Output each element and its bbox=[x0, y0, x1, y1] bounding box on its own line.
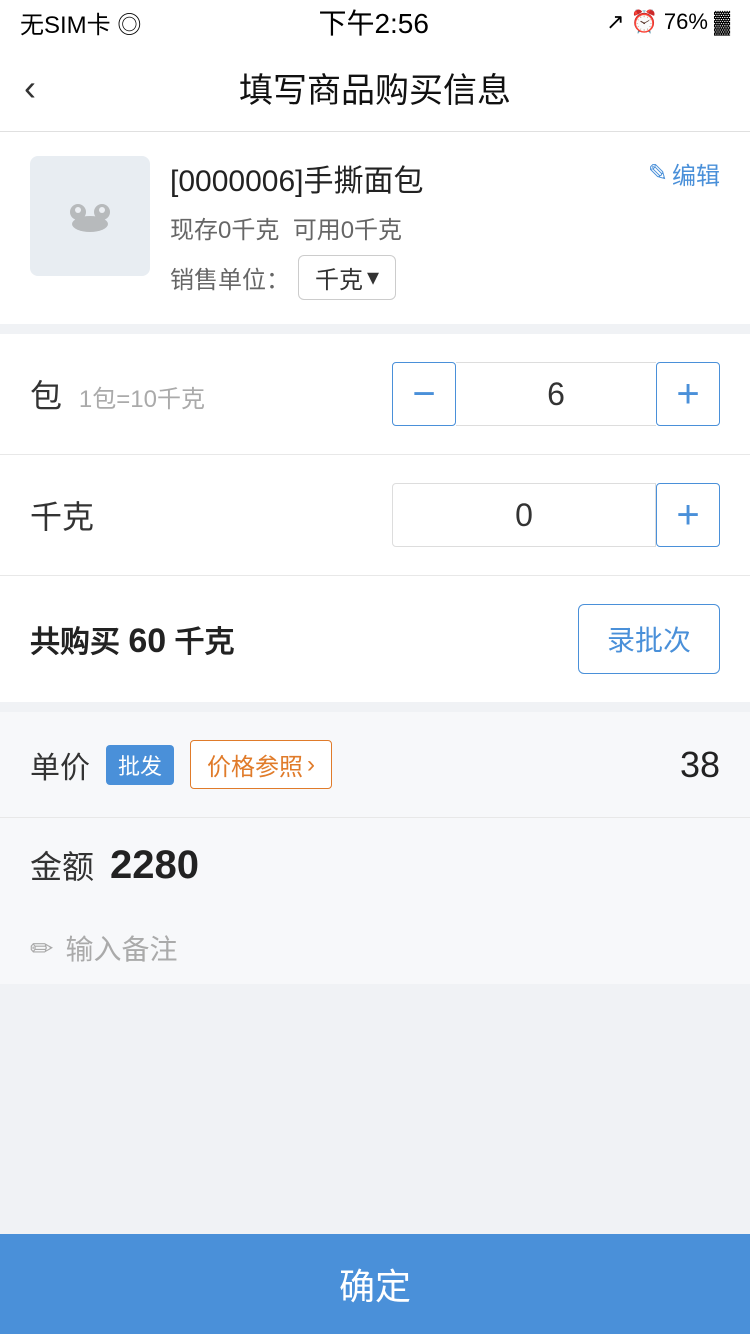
price-section: 单价 批发 价格参照 › 38 bbox=[0, 712, 750, 818]
kg-label: 千克 bbox=[30, 492, 392, 538]
location-icon: ↗ bbox=[606, 9, 624, 35]
record-batch-button[interactable]: 录批次 bbox=[578, 604, 720, 674]
sim-wifi-status: 无SIM卡 ◎ bbox=[20, 5, 141, 40]
bao-increment-button[interactable]: + bbox=[656, 362, 720, 426]
alarm-icon: ⏰ bbox=[631, 9, 658, 35]
bao-qty-control: − 6 + bbox=[392, 362, 720, 426]
battery-icon: ▓ bbox=[714, 9, 730, 35]
edit-icon: ✎ bbox=[648, 159, 668, 188]
unit-select[interactable]: 千克 ▾ bbox=[298, 255, 396, 300]
pencil-icon: ✏ bbox=[30, 932, 53, 965]
page-title: 填写商品购买信息 bbox=[239, 63, 511, 112]
status-time: 下午2:56 bbox=[318, 2, 429, 42]
bao-row: 包 1包=10千克 − 6 + bbox=[0, 334, 750, 455]
amount-row: 金额 2280 bbox=[30, 842, 720, 888]
amount-label: 金额 bbox=[30, 842, 94, 888]
kg-qty-control: 0 + bbox=[392, 483, 720, 547]
product-thumbnail bbox=[30, 156, 150, 276]
kg-input[interactable]: 0 bbox=[392, 483, 656, 547]
battery-status: 76% bbox=[664, 9, 708, 35]
kg-row: 千克 0 + bbox=[0, 455, 750, 575]
bao-decrement-button[interactable]: − bbox=[392, 362, 456, 426]
product-info: [0000006]手撕面包 现存0千克 可用0千克 销售单位： 千克 ▾ bbox=[170, 156, 628, 300]
price-row: 单价 批发 价格参照 › 38 bbox=[30, 740, 720, 789]
kg-increment-button[interactable]: + bbox=[656, 483, 720, 547]
back-button[interactable]: ‹ bbox=[24, 67, 36, 109]
product-unit-row: 销售单位： 千克 ▾ bbox=[170, 255, 628, 300]
total-text: 共购买 60 千克 bbox=[30, 617, 235, 661]
price-type-tag: 批发 bbox=[106, 745, 174, 785]
price-reference-button[interactable]: 价格参照 › bbox=[190, 740, 332, 789]
remark-placeholder: 输入备注 bbox=[65, 928, 177, 968]
nav-bar: ‹ 填写商品购买信息 bbox=[0, 44, 750, 132]
quantity-section: 包 1包=10千克 − 6 + 千克 0 + bbox=[0, 334, 750, 576]
edit-button[interactable]: ✎ 编辑 bbox=[648, 156, 720, 191]
amount-value: 2280 bbox=[110, 843, 199, 888]
total-row: 共购买 60 千克 录批次 bbox=[0, 576, 750, 712]
remark-row[interactable]: ✏ 输入备注 bbox=[30, 912, 720, 984]
price-value: 38 bbox=[680, 744, 720, 786]
status-right: ↗ ⏰ 76% ▓ bbox=[606, 9, 730, 35]
bao-input[interactable]: 6 bbox=[456, 362, 656, 426]
confirm-button[interactable]: 确定 bbox=[0, 1234, 750, 1334]
bao-label: 包 1包=10千克 bbox=[30, 371, 392, 417]
product-card: [0000006]手撕面包 现存0千克 可用0千克 销售单位： 千克 ▾ ✎ 编… bbox=[0, 132, 750, 334]
product-name: [0000006]手撕面包 bbox=[170, 156, 628, 200]
dropdown-icon: ▾ bbox=[367, 263, 379, 292]
status-bar: 无SIM卡 ◎ 下午2:56 ↗ ⏰ 76% ▓ bbox=[0, 0, 750, 44]
status-left: 无SIM卡 ◎ bbox=[20, 5, 141, 40]
product-logo-icon bbox=[58, 184, 122, 248]
amount-section: 金额 2280 ✏ 输入备注 bbox=[0, 818, 750, 984]
price-label: 单价 bbox=[30, 743, 90, 787]
product-stock: 现存0千克 可用0千克 bbox=[170, 210, 628, 245]
